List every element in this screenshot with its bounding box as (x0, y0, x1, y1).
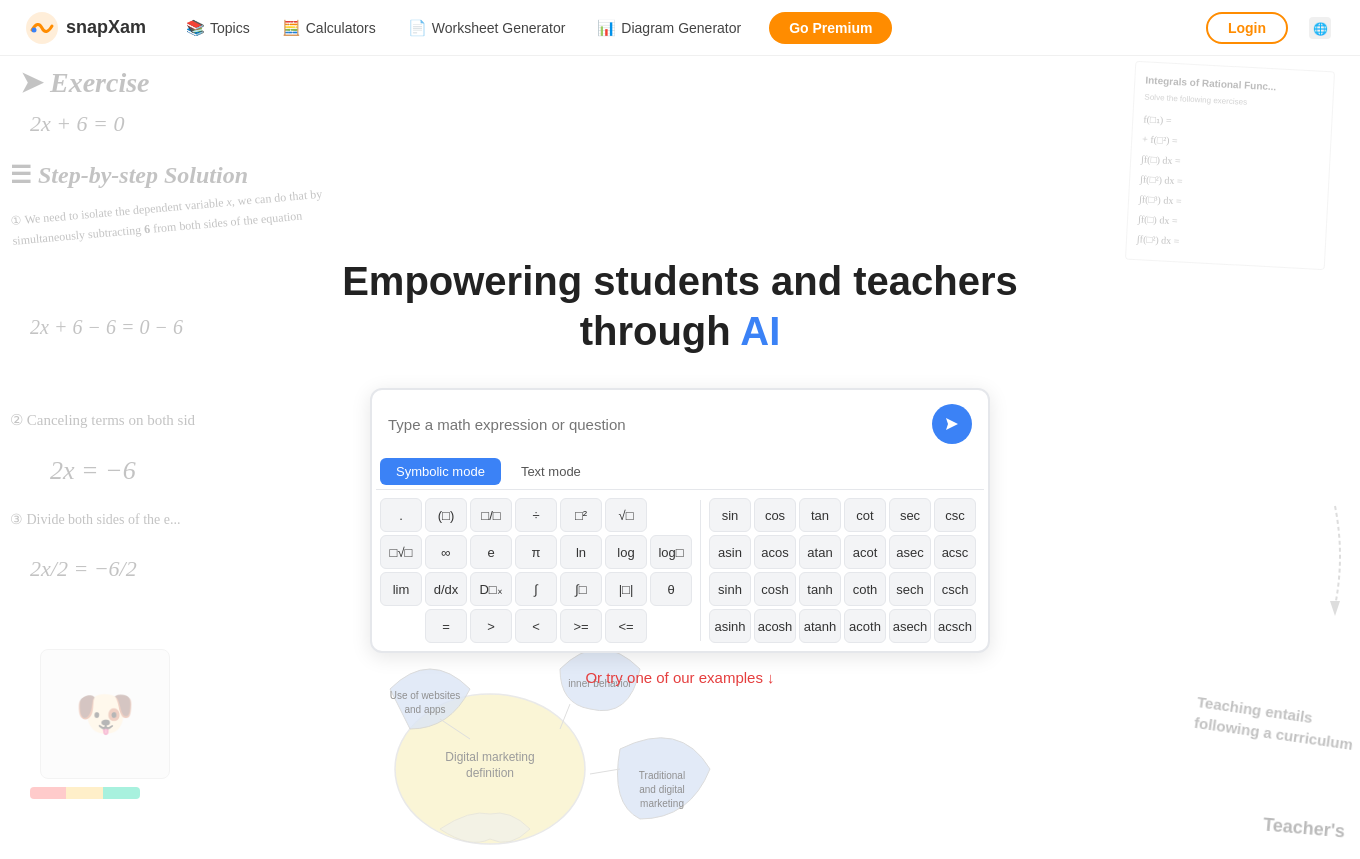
search-top (372, 390, 988, 458)
kb-tanh[interactable]: tanh (799, 572, 841, 606)
tab-symbolic[interactable]: Symbolic mode (380, 458, 501, 485)
kb-acsch[interactable]: acsch (934, 609, 976, 643)
kb-atan[interactable]: atan (799, 535, 841, 569)
logo-icon (24, 10, 60, 46)
math-keyboard: . (□) □/□ ÷ □² √□ □√□ ∞ e π ln log log□ … (372, 490, 988, 651)
kb-abs[interactable]: (□) (425, 498, 467, 532)
kb-acoth[interactable]: acoth (844, 609, 886, 643)
kb-ln[interactable]: ln (560, 535, 602, 569)
kb-lt[interactable]: < (515, 609, 557, 643)
svg-text:Traditional: Traditional (639, 770, 685, 781)
kb-diffn[interactable]: D□ₓ (470, 572, 512, 606)
kb-lim[interactable]: lim (380, 572, 422, 606)
kb-eq[interactable]: = (425, 609, 467, 643)
svg-line-16 (590, 769, 620, 774)
worksheet-bars (30, 787, 140, 799)
translate-button[interactable]: 🌐 (1304, 12, 1336, 44)
or-try[interactable]: Or try one of our examples ↓ (585, 669, 774, 686)
kb-asin[interactable]: asin (709, 535, 751, 569)
kb-acosh[interactable]: acosh (754, 609, 796, 643)
svg-text:and apps: and apps (404, 704, 445, 715)
search-container: Symbolic mode Text mode . (□) □/□ ÷ □² √… (370, 388, 990, 653)
kb-int[interactable]: ∫ (515, 572, 557, 606)
svg-text:definition: definition (466, 766, 514, 780)
svg-text:marketing: marketing (640, 798, 684, 809)
kb-cosh[interactable]: cosh (754, 572, 796, 606)
search-input[interactable] (388, 416, 922, 433)
login-button[interactable]: Login (1206, 12, 1288, 44)
logo[interactable]: snapXam (24, 10, 146, 46)
kb-tan[interactable]: tan (799, 498, 841, 532)
kb-asec[interactable]: asec (889, 535, 931, 569)
teaching-text: Teaching entails following a curriculum (1193, 691, 1357, 755)
kb-asinh[interactable]: asinh (709, 609, 751, 643)
nav-calculators[interactable]: 🧮 Calculators (270, 13, 388, 43)
kb-acos[interactable]: acos (754, 535, 796, 569)
kb-sqrt[interactable]: √□ (605, 498, 647, 532)
kb-sq[interactable]: □² (560, 498, 602, 532)
kb-sin[interactable]: sin (709, 498, 751, 532)
kb-gte[interactable]: >= (560, 609, 602, 643)
keyboard-divider (700, 500, 701, 641)
kb-coth[interactable]: coth (844, 572, 886, 606)
kb-log[interactable]: log (605, 535, 647, 569)
kb-gt[interactable]: > (470, 609, 512, 643)
kb-csc[interactable]: csc (934, 498, 976, 532)
kb-asech[interactable]: asech (889, 609, 931, 643)
kb-acot[interactable]: acot (844, 535, 886, 569)
kb-sinh[interactable]: sinh (709, 572, 751, 606)
kb-nthroot[interactable]: □√□ (380, 535, 422, 569)
svg-point-1 (32, 27, 37, 32)
svg-text:🌐: 🌐 (1313, 21, 1328, 36)
kb-acsc[interactable]: acsc (934, 535, 976, 569)
kb-cos[interactable]: cos (754, 498, 796, 532)
hero-content: Empowering students and teachers through… (0, 56, 1360, 686)
mode-tabs: Symbolic mode Text mode (376, 458, 984, 490)
tab-text[interactable]: Text mode (505, 458, 597, 485)
kb-ddx[interactable]: d/dx (425, 572, 467, 606)
teachers-text: Teacher's (1262, 814, 1346, 842)
kb-dot[interactable]: . (380, 498, 422, 532)
navbar: snapXam 📚 Topics 🧮 Calculators 📄 Workshe… (0, 0, 1360, 56)
logo-text: snapXam (66, 17, 146, 38)
calculators-icon: 🧮 (282, 19, 301, 37)
kb-pi[interactable]: π (515, 535, 557, 569)
kb-theta[interactable]: θ (650, 572, 692, 606)
premium-button[interactable]: Go Premium (769, 12, 892, 44)
kb-inf[interactable]: ∞ (425, 535, 467, 569)
svg-text:Use of websites: Use of websites (390, 690, 461, 701)
hero-title: Empowering students and teachers through… (342, 256, 1018, 356)
kb-norm[interactable]: |□| (605, 572, 647, 606)
worksheet-icon: 📄 (408, 19, 427, 37)
send-icon (944, 416, 960, 432)
diagram-icon: 📊 (597, 19, 616, 37)
topics-icon: 📚 (186, 19, 205, 37)
kb-logb[interactable]: log□ (650, 535, 692, 569)
keyboard-trig: sin cos tan cot sec csc asin acos atan a… (705, 494, 980, 647)
svg-text:Digital marketing: Digital marketing (445, 750, 534, 764)
svg-text:and digital: and digital (639, 784, 685, 795)
nav-diagram[interactable]: 📊 Diagram Generator (585, 13, 753, 43)
kb-cot[interactable]: cot (844, 498, 886, 532)
nav-worksheet[interactable]: 📄 Worksheet Generator (396, 13, 578, 43)
keyboard-main: . (□) □/□ ÷ □² √□ □√□ ∞ e π ln log log□ … (376, 494, 696, 647)
kb-div[interactable]: ÷ (515, 498, 557, 532)
kb-intb[interactable]: ∫□ (560, 572, 602, 606)
kb-sech[interactable]: sech (889, 572, 931, 606)
kb-csch[interactable]: csch (934, 572, 976, 606)
send-button[interactable] (932, 404, 972, 444)
kb-lte[interactable]: <= (605, 609, 647, 643)
nav-topics[interactable]: 📚 Topics (174, 13, 262, 43)
kb-frac[interactable]: □/□ (470, 498, 512, 532)
kb-sec[interactable]: sec (889, 498, 931, 532)
kb-e[interactable]: e (470, 535, 512, 569)
kb-atanh[interactable]: atanh (799, 609, 841, 643)
